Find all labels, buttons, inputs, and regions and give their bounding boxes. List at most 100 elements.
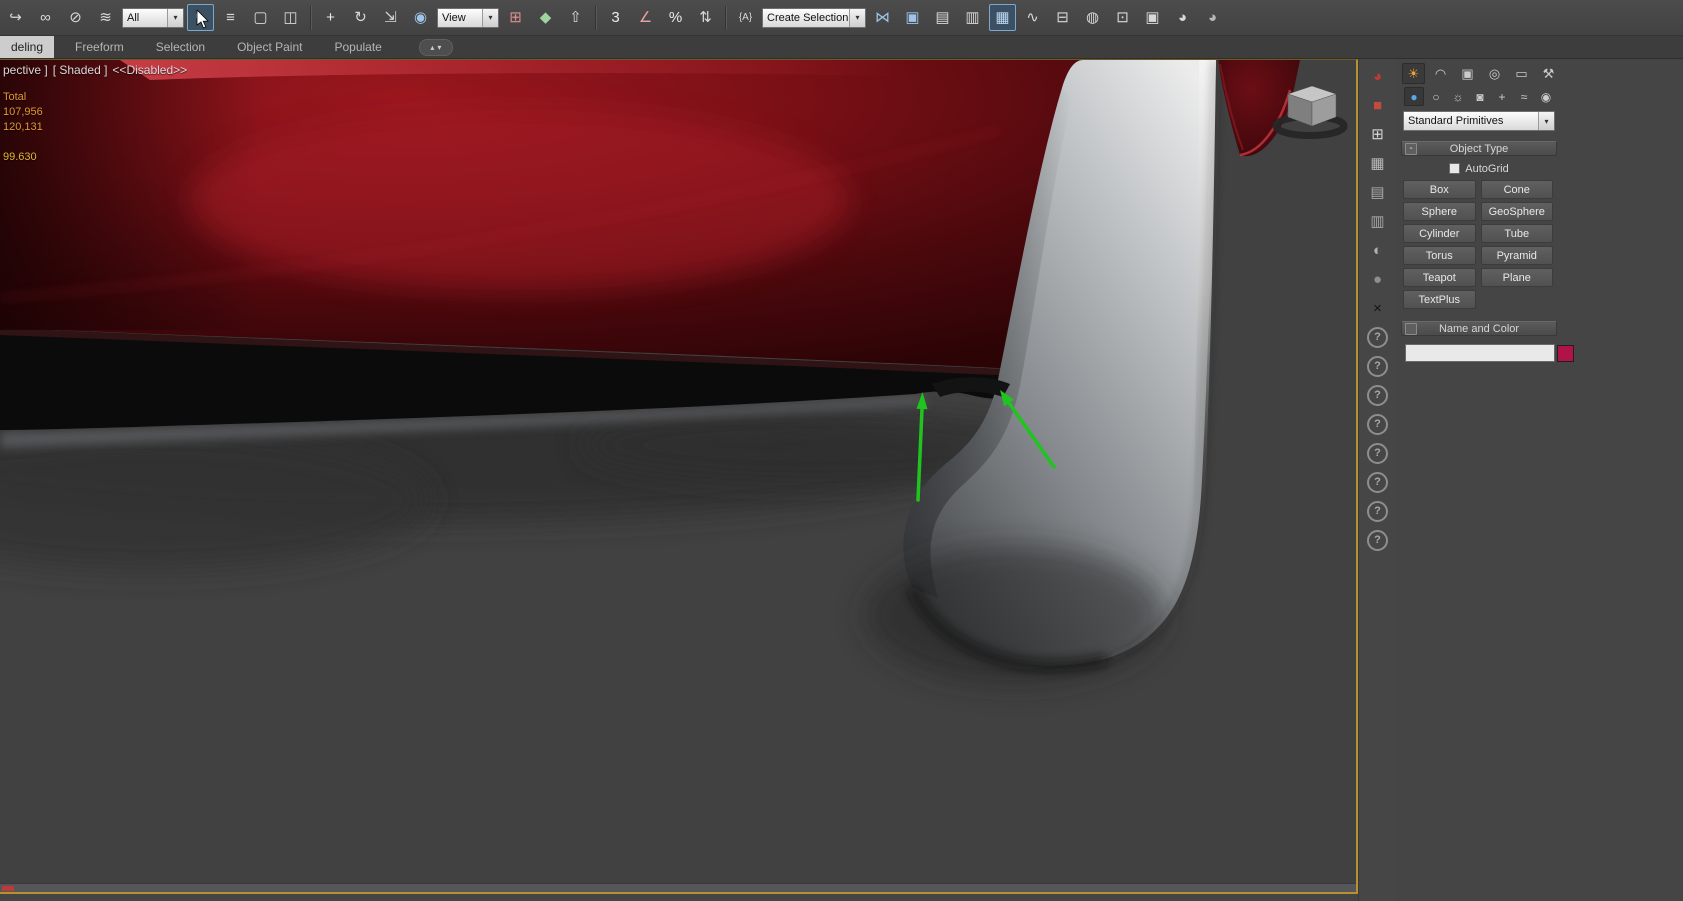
viewport-name-label[interactable]: pective ] xyxy=(3,63,48,77)
rendered-frame-window-icon[interactable]: ▣ xyxy=(1139,4,1166,31)
window-crossing-toggle-icon[interactable]: ◫ xyxy=(277,4,304,31)
named-selection-sets-dropdown[interactable]: Create Selection Se▾ xyxy=(762,7,866,28)
toggle-ribbon-icon[interactable]: ▦ xyxy=(989,4,1016,31)
dropdown-arrow-icon[interactable]: ▾ xyxy=(167,8,183,27)
space-warps-category[interactable]: ≈ xyxy=(1514,87,1534,106)
select-and-rotate-icon[interactable]: ↻ xyxy=(347,4,374,31)
graph-icon[interactable]: ⊞ xyxy=(1364,122,1391,147)
display-tab[interactable]: ▭ xyxy=(1510,63,1533,84)
angle-snap-icon[interactable]: ∠ xyxy=(632,4,659,31)
viewport-canvas[interactable] xyxy=(0,60,1356,893)
object-color-swatch[interactable] xyxy=(1557,344,1574,362)
box-icon[interactable]: ■ xyxy=(1364,93,1391,118)
bind-to-space-warp-icon[interactable]: ≋ xyxy=(92,4,119,31)
button-torus[interactable]: Torus xyxy=(1403,246,1476,265)
dropdown-arrow-icon[interactable]: ▾ xyxy=(849,8,865,27)
select-and-place-icon[interactable]: ◉ xyxy=(407,4,434,31)
systems-category[interactable]: ◉ xyxy=(1536,87,1556,106)
helpers-category[interactable]: + xyxy=(1492,87,1512,106)
help-question-icon[interactable]: ? xyxy=(1364,470,1391,495)
shapes-category[interactable]: ○ xyxy=(1426,87,1446,106)
object-name-input[interactable] xyxy=(1405,344,1555,362)
button-box[interactable]: Box xyxy=(1403,180,1476,199)
button-plane[interactable]: Plane xyxy=(1480,268,1553,287)
redo-icon[interactable]: ↪ xyxy=(2,4,29,31)
help-question-icon[interactable]: ? xyxy=(1364,528,1391,553)
schematic-view-icon[interactable]: ⊟ xyxy=(1049,4,1076,31)
ribbon-minimize-button[interactable]: ▴ ▾ xyxy=(418,38,453,56)
ribbon-tab-object-paint[interactable]: Object Paint xyxy=(226,36,313,58)
sphere-icon[interactable]: ◐ xyxy=(1364,238,1391,263)
create-categories: ● ○ ☼ ◙ + ≈ ◉ xyxy=(1396,85,1683,106)
select-and-link-icon[interactable]: ∞ xyxy=(32,4,59,31)
select-object-icon[interactable]: ↖ xyxy=(187,4,214,31)
autogrid-row: AutoGrid xyxy=(1401,161,1557,176)
ribbon-tab-selection[interactable]: Selection xyxy=(145,36,216,58)
unlink-selection-icon[interactable]: ⊘ xyxy=(62,4,89,31)
modify-tab[interactable]: ◠ xyxy=(1429,63,1452,84)
button-pyramid[interactable]: Pyramid xyxy=(1480,246,1553,265)
perspective-viewport[interactable]: pective ] [ Shaded ] <<Disabled>> Total … xyxy=(0,59,1358,894)
collapse-toggle-icon[interactable] xyxy=(1405,323,1417,335)
render-production-icon[interactable]: ◕ xyxy=(1169,4,1196,31)
button-cylinder[interactable]: Cylinder xyxy=(1403,224,1476,243)
keyboard-shortcut-override-icon[interactable]: ⇧ xyxy=(562,4,589,31)
snaps-toggle-icon[interactable]: 3 xyxy=(602,4,629,31)
render-flyout-icon[interactable]: ◕ xyxy=(1199,4,1226,31)
motion-tab[interactable]: ◎ xyxy=(1483,63,1506,84)
close-x-icon[interactable]: × xyxy=(1364,296,1391,321)
selection-filter-dropdown[interactable]: All ▾ xyxy=(122,7,184,28)
geometry-category[interactable]: ● xyxy=(1404,87,1424,106)
toggle-scene-explorer-icon[interactable]: ▤ xyxy=(929,4,956,31)
help-question-icon[interactable]: ? xyxy=(1364,354,1391,379)
toggle-layer-explorer-icon[interactable]: ▥ xyxy=(959,4,986,31)
object-type-rollout-header[interactable]: - Object Type xyxy=(1401,141,1557,156)
help-question-icon[interactable]: ? xyxy=(1364,499,1391,524)
button-cone[interactable]: Cone xyxy=(1480,180,1553,199)
use-center-flyout-icon[interactable]: ⊞ xyxy=(502,4,529,31)
spinner-snap-icon[interactable]: ⇅ xyxy=(692,4,719,31)
dropdown-arrow-icon[interactable]: ▾ xyxy=(482,8,498,27)
button-sphere[interactable]: Sphere xyxy=(1403,202,1476,221)
viewport-shading-label[interactable]: [ Shaded ] xyxy=(53,63,108,77)
button-geosphere[interactable]: GeoSphere xyxy=(1480,202,1553,221)
render-setup-icon[interactable]: ⊡ xyxy=(1109,4,1136,31)
select-and-move-icon[interactable]: + xyxy=(317,4,344,31)
grid-icon[interactable]: ▥ xyxy=(1364,209,1391,234)
help-question-icon[interactable]: ? xyxy=(1364,325,1391,350)
ribbon-tab-populate[interactable]: Populate xyxy=(323,36,392,58)
disc-icon[interactable]: ● xyxy=(1364,267,1391,292)
teapot-icon[interactable]: ◕ xyxy=(1364,64,1391,89)
hierarchy-tab[interactable]: ▣ xyxy=(1456,63,1479,84)
button-teapot[interactable]: Teapot xyxy=(1403,268,1476,287)
create-tab[interactable]: ☀ xyxy=(1402,63,1425,84)
ribbon-tab-deling[interactable]: deling xyxy=(0,36,55,58)
reference-coordinate-system-dropdown[interactable]: View ▾ xyxy=(437,7,499,28)
help-question-icon[interactable]: ? xyxy=(1364,412,1391,437)
curve-editor-icon[interactable]: ∿ xyxy=(1019,4,1046,31)
select-and-manipulate-icon[interactable]: ◆ xyxy=(532,4,559,31)
autogrid-checkbox[interactable] xyxy=(1449,163,1461,174)
edit-named-selection-sets-icon[interactable]: {A} xyxy=(732,4,759,31)
button-textplus[interactable]: TextPlus xyxy=(1403,290,1476,309)
button-tube[interactable]: Tube xyxy=(1480,224,1553,243)
percent-snap-icon[interactable]: % xyxy=(662,4,689,31)
collapse-toggle-icon[interactable]: - xyxy=(1405,143,1417,155)
material-editor-icon[interactable]: ◍ xyxy=(1079,4,1106,31)
subcategory-dropdown[interactable]: Standard Primitives ▾ xyxy=(1403,111,1555,131)
help-question-icon[interactable]: ? xyxy=(1364,441,1391,466)
dropdown-arrow-icon[interactable]: ▾ xyxy=(1538,112,1554,130)
select-and-scale-icon[interactable]: ⇲ xyxy=(377,4,404,31)
checker-icon[interactable]: ▦ xyxy=(1364,151,1391,176)
layers-icon[interactable]: ▤ xyxy=(1364,180,1391,205)
select-by-name-icon[interactable]: ≡ xyxy=(217,4,244,31)
align-icon[interactable]: ▣ xyxy=(899,4,926,31)
help-question-icon[interactable]: ? xyxy=(1364,383,1391,408)
cameras-category[interactable]: ◙ xyxy=(1470,87,1490,106)
lights-category[interactable]: ☼ xyxy=(1448,87,1468,106)
name-color-rollout-header[interactable]: Name and Color xyxy=(1401,321,1557,336)
utilities-tab[interactable]: ⚒ xyxy=(1537,63,1560,84)
mirror-icon[interactable]: ⋈ xyxy=(869,4,896,31)
rectangular-selection-region-icon[interactable]: ▢ xyxy=(247,4,274,31)
ribbon-tab-freeform[interactable]: Freeform xyxy=(64,36,135,58)
